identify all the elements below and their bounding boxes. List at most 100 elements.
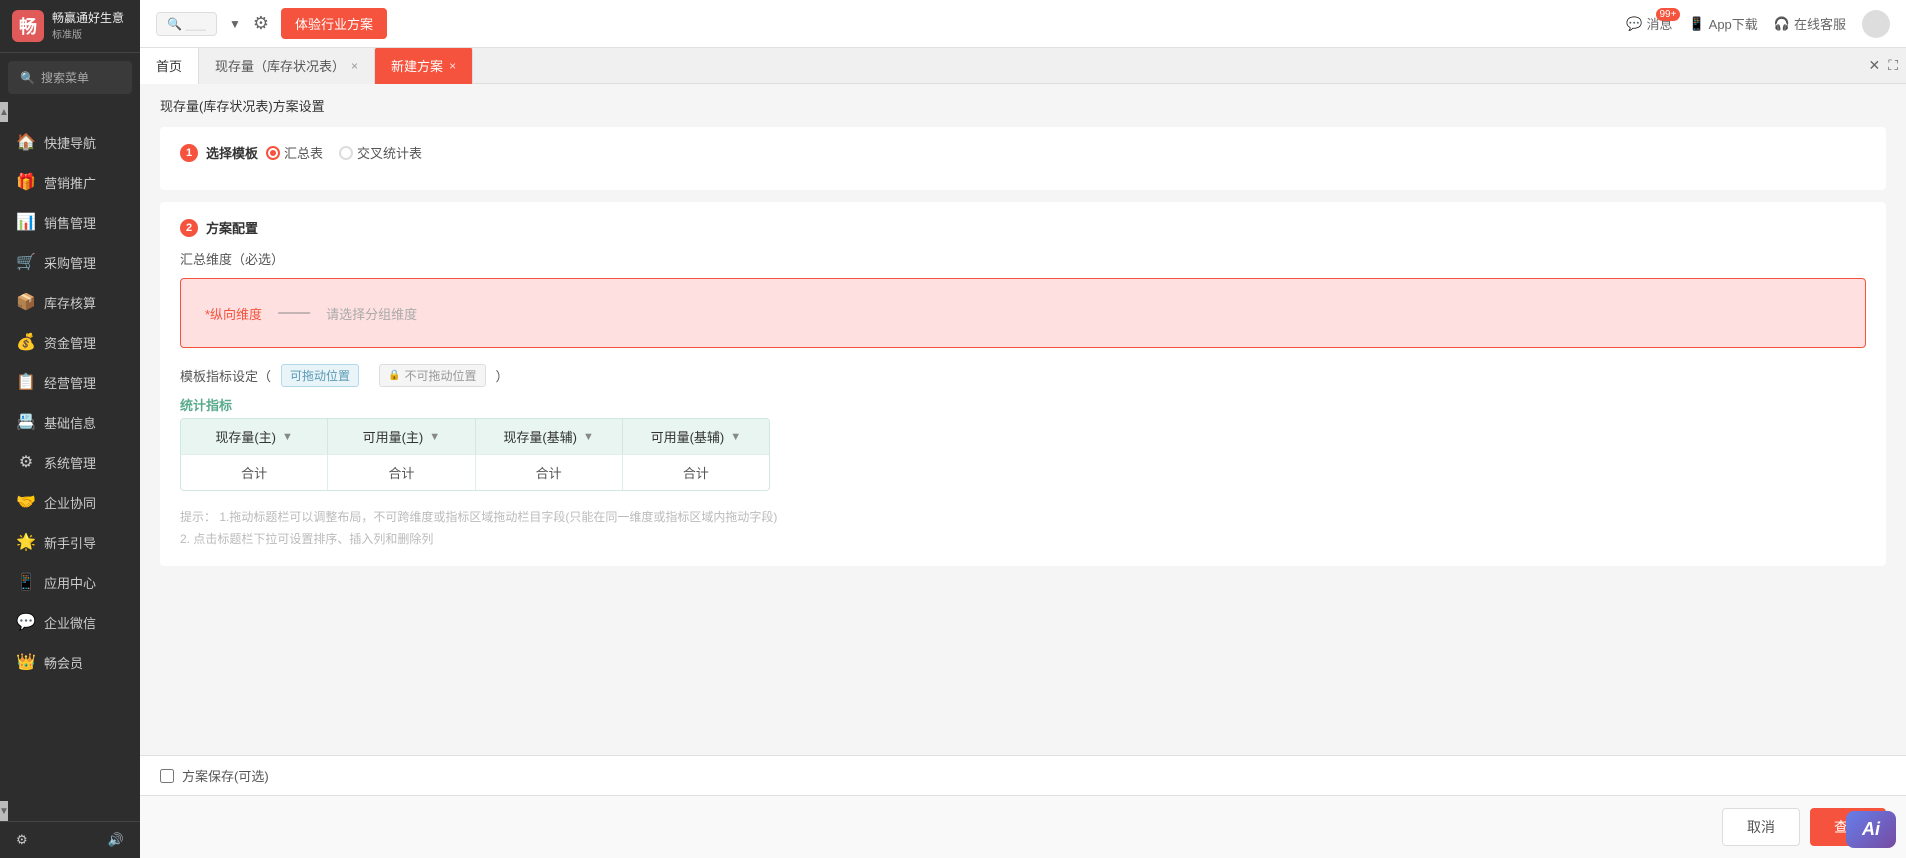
header-dropdown[interactable]: ▼ (229, 17, 241, 31)
save-checkbox[interactable] (160, 769, 174, 783)
cancel-button[interactable]: 取消 (1722, 808, 1800, 846)
sidebar-item-label: 企业微信 (44, 613, 96, 632)
scroll-up-btn[interactable]: ▲ (0, 102, 8, 122)
tab-new-scheme[interactable]: 新建方案 × (375, 48, 473, 84)
sidebar-item-label: 库存核算 (44, 293, 96, 312)
user-avatar[interactable] (1862, 10, 1890, 38)
section2-title: 方案配置 (206, 218, 258, 237)
sidebar-item-purchase[interactable]: 🛒 采购管理 (0, 242, 140, 282)
chevron-down-icon-1[interactable]: ▼ (282, 431, 293, 443)
service-icon: 🎧 (1774, 16, 1790, 32)
search-label: 搜索菜单 (41, 69, 89, 86)
sidebar-item-collab[interactable]: 🤝 企业协同 (0, 482, 140, 522)
section1-num: 1 (180, 144, 198, 162)
settings-icon[interactable]: ⚙ (16, 832, 28, 848)
tab-inventory[interactable]: 现存量（库存状况表） × (199, 48, 375, 84)
sidebar-item-label: 资金管理 (44, 333, 96, 352)
sidebar-item-label: 采购管理 (44, 253, 96, 272)
nav-icon: 📋 (16, 372, 36, 392)
radio-dot-summary (266, 146, 280, 160)
nav-icon: 🛒 (16, 252, 36, 272)
sidebar-item-finance[interactable]: 💰 资金管理 (0, 322, 140, 362)
tab-label: 首页 (156, 56, 182, 75)
tab-home[interactable]: 首页 (140, 48, 199, 84)
sidebar-bottom: ⚙ 🔊 (0, 821, 140, 858)
section-template: 1 选择模板 汇总表 交叉统计表 (160, 127, 1886, 190)
sidebar-item-system[interactable]: ⚙ 系统管理 (0, 442, 140, 482)
search-icon: 🔍 (20, 71, 35, 85)
ai-button[interactable]: Ai (1846, 811, 1896, 848)
radio-summary[interactable]: 汇总表 (266, 143, 323, 162)
col-label-3: 现存量(基辅) (503, 427, 577, 446)
stat-col-4[interactable]: 可用量(基辅) ▼ (623, 419, 769, 454)
main-area: 🔍 ___ ▼ ⚙ 体验行业方案 💬 消息 99+ 📱 App下载 🎧 在线客服 (140, 0, 1906, 858)
lock-icon: 🔒 (388, 370, 400, 381)
chevron-down-icon-2[interactable]: ▼ (429, 431, 440, 443)
message-btn[interactable]: 💬 消息 99+ (1626, 14, 1672, 33)
dim-placeholder: 请选择分组维度 (326, 304, 417, 323)
tab-close-icon[interactable]: × (449, 59, 456, 73)
sidebar-item-guide[interactable]: 🌟 新手引导 (0, 522, 140, 562)
online-service-btn[interactable]: 🎧 在线客服 (1774, 14, 1846, 33)
col-label-2: 可用量(主) (363, 427, 424, 446)
tab-actions: ✕ ⛶ (1868, 57, 1906, 74)
sidebar-item-member[interactable]: 👑 畅会员 (0, 642, 140, 682)
hint-section: 提示： 1.拖动标题栏可以调整布局，不可跨维度或指标区域拖动栏目字段(只能在同一… (180, 507, 1866, 550)
logo-sub: 标准版 (52, 26, 124, 41)
scroll-down-btn[interactable]: ▼ (0, 801, 8, 821)
tab-close-icon[interactable]: × (351, 59, 358, 73)
app-download-btn[interactable]: 📱 App下载 (1688, 14, 1757, 33)
sound-icon[interactable]: 🔊 (108, 832, 124, 848)
section1-title: 选择模板 (206, 143, 258, 162)
sidebar-item-inventory[interactable]: 📦 库存核算 (0, 282, 140, 322)
trial-btn[interactable]: 体验行业方案 (281, 8, 387, 39)
header-gear-icon[interactable]: ⚙ (253, 13, 269, 34)
stat-table-row: 合计 合计 合计 合计 (181, 454, 769, 490)
sidebar-item-label: 畅会员 (44, 653, 83, 672)
dimension-box[interactable]: *纵向维度 —— 请选择分组维度 (180, 278, 1866, 348)
expand-tab-btn[interactable]: ⛶ (1888, 57, 1898, 74)
indicator-label-text: 模板指标设定（ (180, 366, 271, 385)
chevron-down-icon-3[interactable]: ▼ (583, 431, 594, 443)
template-radio-group: 汇总表 交叉统计表 (266, 143, 422, 162)
header-right: 💬 消息 99+ 📱 App下载 🎧 在线客服 (1626, 10, 1890, 38)
sidebar-search[interactable]: 🔍 搜索菜单 (8, 61, 132, 94)
app-icon: 📱 (1688, 16, 1704, 32)
section-config: 2 方案配置 汇总维度（必选） *纵向维度 —— 请选择分组维度 模板指标设定（… (160, 202, 1886, 566)
sidebar-nav: 🏠 快捷导航 🎁 营销推广 📊 销售管理 🛒 采购管理 📦 库存核算 💰 资金管… (0, 122, 140, 801)
stat-col-2[interactable]: 可用量(主) ▼ (328, 419, 475, 454)
search-text: ___ (186, 17, 206, 31)
logo-icon: 畅 (12, 10, 44, 42)
nav-icon: ⚙ (16, 452, 36, 472)
logo-text: 畅赢通好生意 (52, 11, 124, 27)
chevron-down-icon-4[interactable]: ▼ (730, 431, 741, 443)
stat-cell-3: 合计 (476, 455, 623, 490)
section2-header: 2 方案配置 (180, 218, 1866, 237)
close-tab-btn[interactable]: ✕ (1868, 57, 1880, 74)
nav-icon: 🏠 (16, 132, 36, 152)
col-label-1: 现存量(主) (215, 427, 276, 446)
stat-table: 现存量(主) ▼ 可用量(主) ▼ 现存量(基辅) ▼ 可用量(基辅) (180, 418, 770, 491)
stat-col-3[interactable]: 现存量(基辅) ▼ (476, 419, 623, 454)
nav-icon: 📦 (16, 292, 36, 312)
sidebar-item-basic[interactable]: 📇 基础信息 (0, 402, 140, 442)
sidebar-item-label: 应用中心 (44, 573, 96, 592)
nav-icon: 📱 (16, 572, 36, 592)
sidebar-item-wechat[interactable]: 💬 企业微信 (0, 602, 140, 642)
sidebar-item-sales[interactable]: 📊 销售管理 (0, 202, 140, 242)
sidebar-item-nav[interactable]: 🏠 快捷导航 (0, 122, 140, 162)
sidebar-item-marketing[interactable]: 🎁 营销推广 (0, 162, 140, 202)
nav-icon: 💰 (16, 332, 36, 352)
sidebar: 畅 畅赢通好生意 标准版 🔍 搜索菜单 ▲ 🏠 快捷导航 🎁 营销推广 📊 销售… (0, 0, 140, 858)
sidebar-item-operations[interactable]: 📋 经营管理 (0, 362, 140, 402)
sidebar-item-apps[interactable]: 📱 应用中心 (0, 562, 140, 602)
header-left: 🔍 ___ ▼ ⚙ 体验行业方案 (156, 8, 387, 39)
radio-dot-cross (339, 146, 353, 160)
save-label: 方案保存(可选) (182, 766, 269, 785)
message-icon: 💬 (1626, 16, 1642, 32)
nav-icon: 🌟 (16, 532, 36, 552)
stat-col-1[interactable]: 现存量(主) ▼ (181, 419, 328, 454)
header-search[interactable]: 🔍 ___ (156, 12, 217, 36)
radio-cross-label: 交叉统计表 (357, 143, 422, 162)
radio-cross[interactable]: 交叉统计表 (339, 143, 422, 162)
